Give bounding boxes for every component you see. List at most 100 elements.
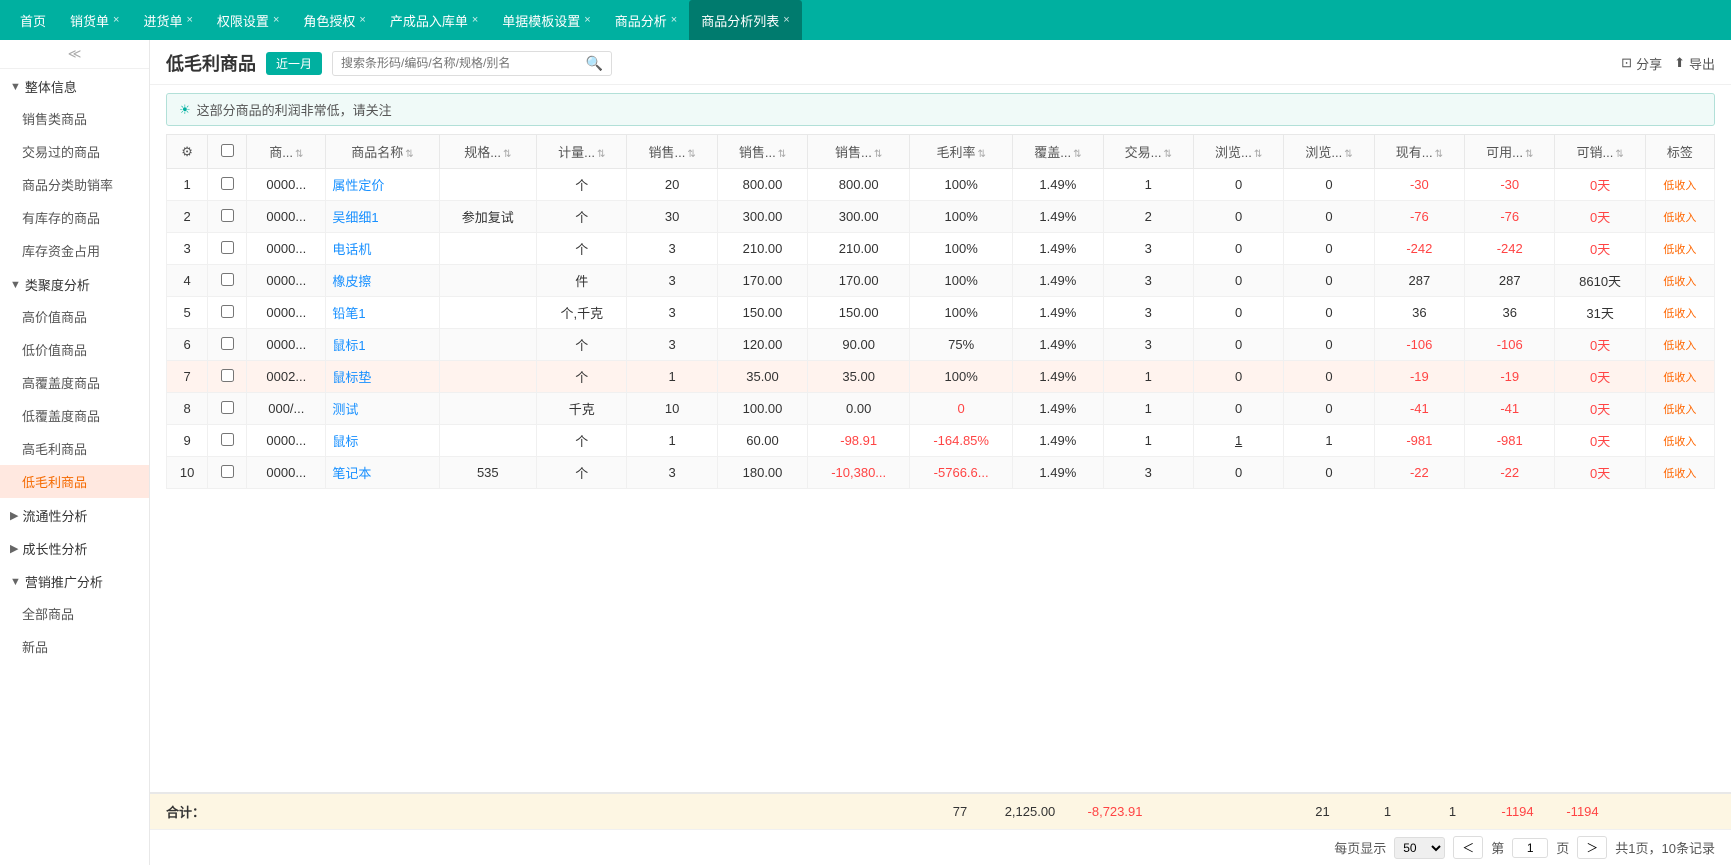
sidebar-group-liquidity-analysis[interactable]: ▶ 流通性分析 (0, 498, 149, 531)
row-select-checkbox[interactable] (221, 337, 234, 350)
close-icon[interactable]: × (584, 14, 590, 26)
row-checkbox[interactable] (208, 169, 247, 201)
select-all-checkbox[interactable] (221, 144, 234, 157)
nav-permission-settings[interactable]: 权限设置 × (205, 0, 291, 40)
sidebar-item-traded-products[interactable]: 交易过的商品 (0, 135, 149, 168)
close-icon[interactable]: × (472, 14, 478, 26)
row-name[interactable]: 鼠标垫 (326, 361, 439, 393)
row-name[interactable]: 测试 (326, 393, 439, 425)
nav-template-settings[interactable]: 单据模板设置 × (490, 0, 602, 40)
row-checkbox[interactable] (208, 361, 247, 393)
row-checkbox[interactable] (208, 393, 247, 425)
sidebar-item-high-margin[interactable]: 高毛利商品 (0, 432, 149, 465)
sidebar-item-sales-products[interactable]: 销售类商品 (0, 102, 149, 135)
sidebar-item-category-rate[interactable]: 商品分类助销率 (0, 168, 149, 201)
search-icon[interactable]: 🔍 (586, 55, 603, 72)
sidebar-group-growth-analysis[interactable]: ▶ 成长性分析 (0, 531, 149, 564)
col-current-stock[interactable]: 现有...⇅ (1374, 135, 1464, 169)
col-coverage[interactable]: 覆盖...⇅ (1013, 135, 1103, 169)
sidebar-item-all-products[interactable]: 全部商品 (0, 597, 149, 630)
nav-product-analysis-list[interactable]: 商品分析列表 × (689, 0, 801, 40)
col-available[interactable]: 可用...⇅ (1465, 135, 1555, 169)
sidebar-item-stock-capital[interactable]: 库存资金占用 (0, 234, 149, 267)
row-name[interactable]: 铅笔1 (326, 297, 439, 329)
time-filter-button[interactable]: 近一月 (266, 52, 322, 75)
row-select-checkbox[interactable] (221, 305, 234, 318)
row-name[interactable]: 吴细细1 (326, 201, 439, 233)
row-checkbox[interactable] (208, 233, 247, 265)
close-icon[interactable]: × (359, 14, 365, 26)
row-sale-count: 10 (627, 393, 717, 425)
row-name[interactable]: 笔记本 (326, 457, 439, 489)
row-name[interactable]: 鼠标 (326, 425, 439, 457)
nav-sales-order[interactable]: 销货单 × (58, 0, 131, 40)
row-select-checkbox[interactable] (221, 209, 234, 222)
share-button[interactable]: ⊡ 分享 (1621, 54, 1662, 73)
sidebar-item-new-products[interactable]: 新品 (0, 630, 149, 663)
row-select-checkbox[interactable] (221, 369, 234, 382)
sidebar-group-marketing-analysis[interactable]: ▼ 营销推广分析 (0, 564, 149, 597)
row-view1[interactable]: 1 (1193, 425, 1283, 457)
col-view2[interactable]: 浏览...⇅ (1284, 135, 1374, 169)
close-icon[interactable]: × (671, 14, 677, 26)
col-view1[interactable]: 浏览...⇅ (1193, 135, 1283, 169)
collapse-sidebar-button[interactable]: ≪ (0, 40, 149, 69)
row-code: 0000... (247, 265, 326, 297)
col-tag[interactable]: 标签 (1645, 135, 1714, 169)
row-select-checkbox[interactable] (221, 465, 234, 478)
col-spec[interactable]: 规格...⇅ (439, 135, 537, 169)
sidebar-item-high-value[interactable]: 高价值商品 (0, 300, 149, 333)
col-gross-margin[interactable]: 毛利率⇅ (910, 135, 1013, 169)
col-sale-amount[interactable]: 销售...⇅ (717, 135, 807, 169)
row-name[interactable]: 电话机 (326, 233, 439, 265)
nav-home[interactable]: 首页 (8, 0, 58, 40)
sidebar-item-low-coverage[interactable]: 低覆盖度商品 (0, 399, 149, 432)
col-code[interactable]: 商...⇅ (247, 135, 326, 169)
col-trade[interactable]: 交易...⇅ (1103, 135, 1193, 169)
export-button[interactable]: ⬆ 导出 (1674, 54, 1715, 73)
row-select-checkbox[interactable] (221, 273, 234, 286)
prev-page-button[interactable]: ＜ (1453, 836, 1483, 859)
row-name[interactable]: 属性定价 (326, 169, 439, 201)
row-select-checkbox[interactable] (221, 241, 234, 254)
row-checkbox[interactable] (208, 297, 247, 329)
col-settings[interactable]: ⚙ (167, 135, 208, 169)
sidebar-group-cluster-analysis[interactable]: ▼ 类聚度分析 (0, 267, 149, 300)
page-input[interactable] (1512, 838, 1548, 858)
close-icon[interactable]: × (273, 14, 279, 26)
per-page-select[interactable]: 50 100 200 (1394, 837, 1445, 859)
row-saleable: 0天 (1555, 457, 1645, 489)
col-saleable[interactable]: 可销...⇅ (1555, 135, 1645, 169)
sidebar-item-stocked-products[interactable]: 有库存的商品 (0, 201, 149, 234)
sidebar-group-overall-info[interactable]: ▼ 整体信息 (0, 69, 149, 102)
row-sale-profit: -98.91 (808, 425, 910, 457)
col-unit[interactable]: 计量...⇅ (537, 135, 627, 169)
sidebar-item-low-value[interactable]: 低价值商品 (0, 333, 149, 366)
sidebar-item-low-margin[interactable]: 低毛利商品 (0, 465, 149, 498)
row-name[interactable]: 橡皮擦 (326, 265, 439, 297)
nav-role-auth[interactable]: 角色授权 × (291, 0, 377, 40)
row-checkbox[interactable] (208, 425, 247, 457)
close-icon[interactable]: × (113, 14, 119, 26)
col-sale-count[interactable]: 销售...⇅ (627, 135, 717, 169)
row-select-checkbox[interactable] (221, 401, 234, 414)
nav-product-warehouse[interactable]: 产成品入库单 × (378, 0, 490, 40)
col-checkbox[interactable] (208, 135, 247, 169)
close-icon[interactable]: × (783, 14, 789, 26)
search-input[interactable] (341, 56, 586, 70)
nav-product-analysis[interactable]: 商品分析 × (603, 0, 689, 40)
col-sale-profit[interactable]: 销售...⇅ (808, 135, 910, 169)
row-select-checkbox[interactable] (221, 433, 234, 446)
row-sale-profit: 35.00 (808, 361, 910, 393)
close-icon[interactable]: × (186, 14, 192, 26)
row-select-checkbox[interactable] (221, 177, 234, 190)
col-name[interactable]: 商品名称⇅ (326, 135, 439, 169)
row-checkbox[interactable] (208, 265, 247, 297)
row-checkbox[interactable] (208, 201, 247, 233)
row-checkbox[interactable] (208, 457, 247, 489)
row-checkbox[interactable] (208, 329, 247, 361)
next-page-button[interactable]: ＞ (1577, 836, 1607, 859)
nav-purchase-order[interactable]: 进货单 × (131, 0, 204, 40)
row-name[interactable]: 鼠标1 (326, 329, 439, 361)
sidebar-item-high-coverage[interactable]: 高覆盖度商品 (0, 366, 149, 399)
